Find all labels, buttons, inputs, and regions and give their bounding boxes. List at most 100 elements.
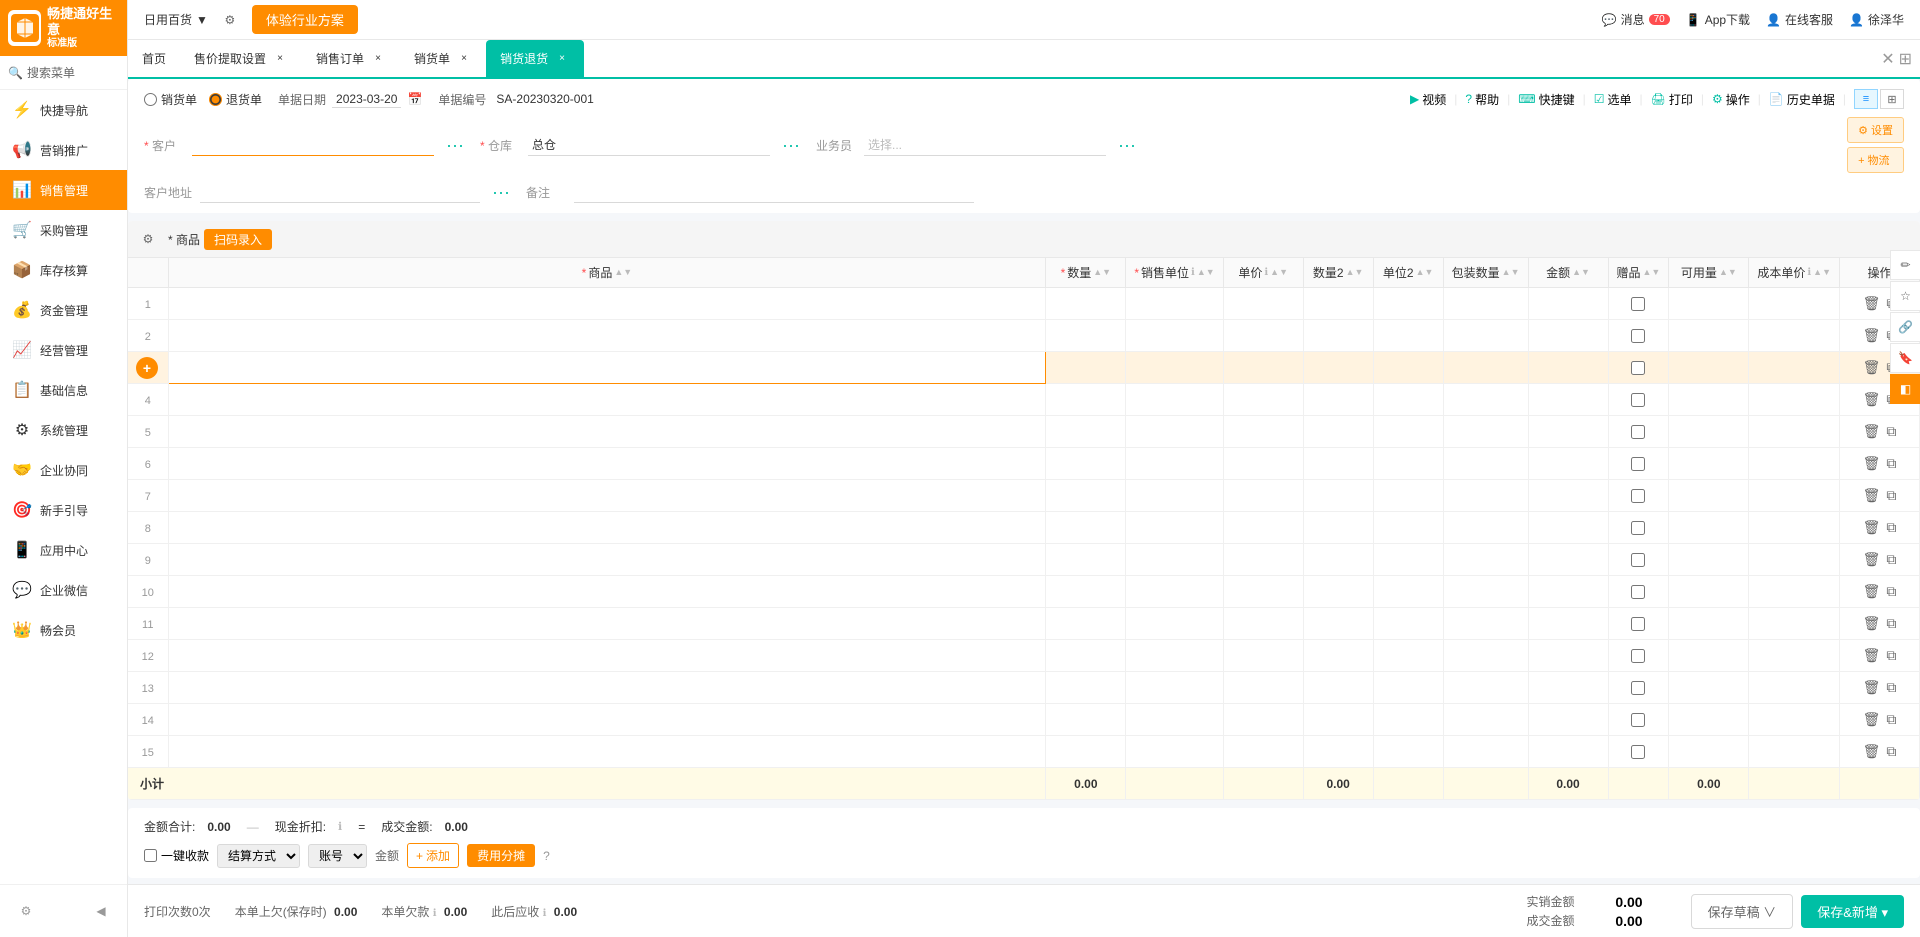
- gift-checkbox[interactable]: [1631, 713, 1645, 727]
- gift-checkbox[interactable]: [1631, 681, 1645, 695]
- quantity2-cell[interactable]: [1303, 288, 1373, 320]
- tab-sale-bill-close[interactable]: ×: [456, 51, 472, 67]
- active-unit-price-cell[interactable]: [1223, 352, 1303, 384]
- customer-select-btn[interactable]: ···: [446, 135, 464, 156]
- gift-checkbox[interactable]: [1631, 329, 1645, 343]
- sidebar-item-chang-member[interactable]: 👑 畅会员: [0, 610, 127, 650]
- customer-address-input[interactable]: [200, 181, 480, 203]
- sidebar-item-operations-mgmt[interactable]: 📈 经营管理: [0, 330, 127, 370]
- app-download-btn[interactable]: 📱 App下载: [1686, 11, 1750, 28]
- gift-checkbox[interactable]: [1631, 745, 1645, 759]
- tab-close-all-btn[interactable]: ✕: [1881, 49, 1894, 69]
- shortcut-action[interactable]: ⌨ 快捷键: [1518, 91, 1574, 108]
- pack-qty-cell[interactable]: [1443, 320, 1528, 352]
- tab-home[interactable]: 首页: [128, 40, 180, 79]
- tab-sales-order[interactable]: 销售订单 ×: [302, 40, 400, 79]
- operate-action[interactable]: ⚙ 操作: [1712, 91, 1750, 108]
- copy-row-btn[interactable]: ⧉: [1886, 743, 1896, 760]
- add-payment-btn[interactable]: + 添加: [407, 843, 459, 868]
- help-action[interactable]: ? 帮助: [1465, 91, 1499, 108]
- tab-sale-return-close[interactable]: ×: [554, 51, 570, 67]
- gift-checkbox[interactable]: [1631, 457, 1645, 471]
- save-new-btn[interactable]: 保存&新增 ▾: [1801, 895, 1904, 928]
- active-quantity2-cell[interactable]: [1303, 352, 1373, 384]
- sidebar-item-enterprise-wechat[interactable]: 💬 企业微信: [0, 570, 127, 610]
- unit-price-cell[interactable]: [1223, 288, 1303, 320]
- save-draft-btn[interactable]: 保存草稿 ∨: [1691, 894, 1794, 929]
- copy-row-btn[interactable]: ⧉: [1886, 519, 1896, 536]
- copy-row-btn[interactable]: ⧉: [1886, 583, 1896, 600]
- sidebar-item-finance-mgmt[interactable]: 💰 资金管理: [0, 290, 127, 330]
- unit2-cell[interactable]: [1373, 288, 1443, 320]
- pack-qty-cell[interactable]: [1443, 288, 1528, 320]
- experience-btn[interactable]: 体验行业方案: [252, 5, 358, 34]
- copy-row-btn[interactable]: ⧉: [1886, 423, 1896, 440]
- radio-return-input[interactable]: [209, 93, 222, 106]
- quick-link-btn[interactable]: 🔗: [1890, 312, 1920, 342]
- topbar-settings-btn[interactable]: ⚙: [216, 6, 244, 34]
- sale-unit-sort-icon[interactable]: ▲▼: [1197, 268, 1215, 277]
- delete-row-btn[interactable]: 🗑: [1863, 487, 1881, 504]
- table-gear-btn[interactable]: ⚙: [136, 227, 160, 251]
- available-cell[interactable]: [1669, 320, 1749, 352]
- stat-debt-info[interactable]: ℹ: [433, 908, 437, 919]
- select-action[interactable]: ☑ 选单: [1594, 91, 1632, 108]
- active-amount-cell[interactable]: [1528, 352, 1608, 384]
- customer-address-select-btn[interactable]: ···: [492, 182, 510, 203]
- delete-row-btn[interactable]: 🗑: [1863, 423, 1881, 440]
- gift-checkbox[interactable]: [1631, 617, 1645, 631]
- user-btn[interactable]: 👤 徐泽华: [1849, 11, 1904, 28]
- active-cost-price-cell[interactable]: [1749, 352, 1840, 384]
- product-cell[interactable]: [168, 320, 1046, 352]
- radio-return[interactable]: 退货单: [209, 91, 262, 108]
- quantity2-cell[interactable]: [1303, 320, 1373, 352]
- delete-row-btn[interactable]: 🗑: [1863, 519, 1881, 536]
- salesperson-input[interactable]: 选择...: [864, 134, 1106, 156]
- radio-sale-input[interactable]: [144, 93, 157, 106]
- active-gift-checkbox[interactable]: [1631, 361, 1645, 375]
- remark-input[interactable]: [574, 181, 974, 203]
- available-sort-icon[interactable]: ▲▼: [1719, 268, 1737, 277]
- sidebar-item-system-mgmt[interactable]: ⚙ 系统管理: [0, 410, 127, 450]
- account-select[interactable]: 账号: [308, 844, 367, 868]
- print-action[interactable]: 🖨 打印: [1651, 91, 1693, 108]
- search-menu-btn[interactable]: 🔍 搜索菜单: [0, 56, 127, 90]
- quick-orange-btn[interactable]: ◧: [1890, 374, 1920, 404]
- quantity2-sort-icon[interactable]: ▲▼: [1346, 268, 1364, 277]
- sale-unit-cell[interactable]: [1126, 288, 1223, 320]
- calc-method-select[interactable]: 结算方式: [217, 844, 300, 868]
- date-value[interactable]: 2023-03-20: [332, 91, 401, 108]
- sidebar-item-basic-info[interactable]: 📋 基础信息: [0, 370, 127, 410]
- grid-view-btn[interactable]: ⊞: [1880, 89, 1904, 109]
- sidebar-settings-btn[interactable]: ⚙: [8, 893, 44, 929]
- tab-sale-price-settings[interactable]: 售价提取设置 ×: [180, 40, 302, 79]
- scan-btn[interactable]: 扫码录入: [204, 229, 272, 250]
- gift-sort-icon[interactable]: ▲▼: [1643, 268, 1661, 277]
- fee-split-btn[interactable]: 费用分摊: [467, 844, 535, 867]
- quick-star-btn[interactable]: ☆: [1890, 281, 1920, 311]
- customer-input[interactable]: [192, 134, 434, 156]
- active-sale-unit-cell[interactable]: [1126, 352, 1223, 384]
- sidebar-item-inventory-calc[interactable]: 📦 库存核算: [0, 250, 127, 290]
- sale-unit-cell[interactable]: [1126, 320, 1223, 352]
- active-quantity-cell[interactable]: [1046, 352, 1126, 384]
- unit2-cell[interactable]: [1373, 320, 1443, 352]
- gift-checkbox[interactable]: [1631, 489, 1645, 503]
- form-logistics-btn[interactable]: + 物流: [1847, 147, 1904, 173]
- radio-sale[interactable]: 销货单: [144, 91, 197, 108]
- amount-cell[interactable]: [1528, 320, 1608, 352]
- gift-cell[interactable]: [1617, 329, 1661, 343]
- product-sort-icon[interactable]: ▲▼: [614, 268, 632, 277]
- stat-receivable-info[interactable]: ℹ: [543, 908, 547, 919]
- gift-checkbox[interactable]: [1631, 425, 1645, 439]
- copy-row-btn[interactable]: ⧉: [1886, 455, 1896, 472]
- delete-row-btn[interactable]: 🗑: [1863, 327, 1881, 344]
- sidebar-item-marketing[interactable]: 📢 营销推广: [0, 130, 127, 170]
- tab-sale-return[interactable]: 销货退货 ×: [486, 40, 584, 79]
- discount-info-icon[interactable]: ℹ: [338, 820, 342, 833]
- cost-price-cell[interactable]: [1749, 288, 1840, 320]
- quick-edit-btn[interactable]: ✏: [1890, 250, 1920, 280]
- gift-checkbox[interactable]: [1631, 585, 1645, 599]
- copy-row-btn[interactable]: ⧉: [1886, 615, 1896, 632]
- active-product-cell[interactable]: [168, 352, 1046, 384]
